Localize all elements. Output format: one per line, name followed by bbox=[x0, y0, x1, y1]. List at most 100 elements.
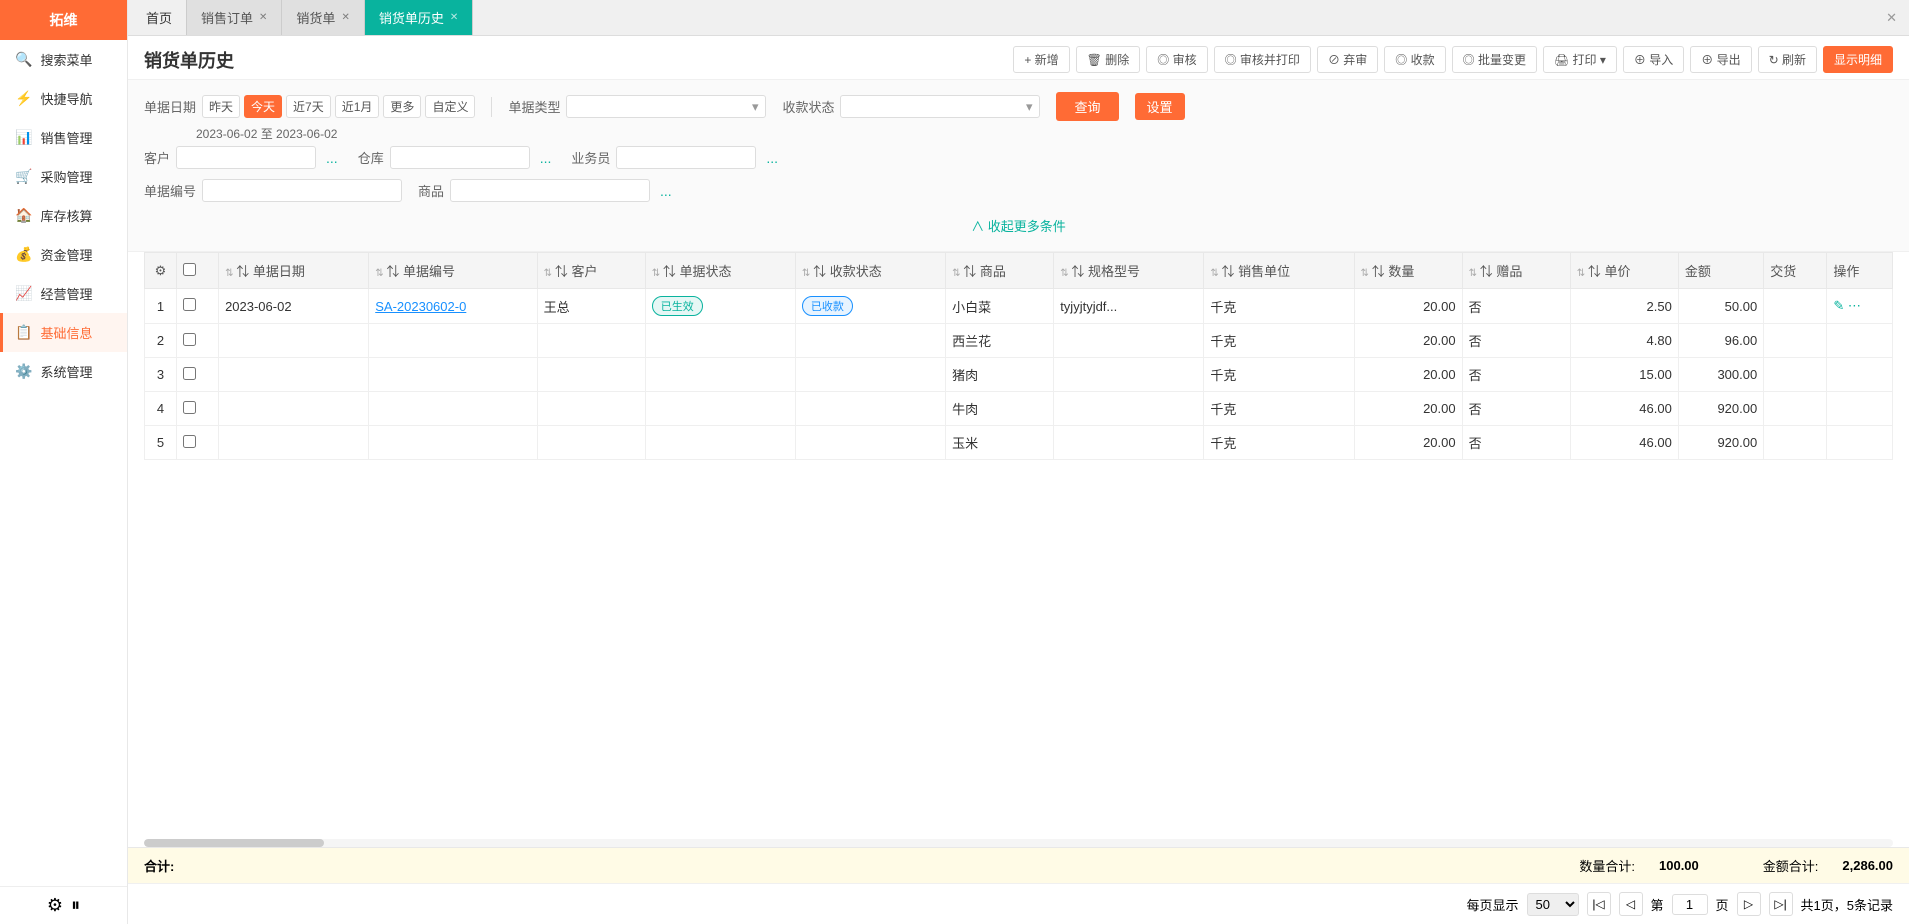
table-config-icon[interactable]: ⚙ bbox=[155, 263, 167, 278]
unit-price-cell: 46.00 bbox=[1570, 426, 1678, 460]
sidebar-item-search-menu[interactable]: 🔍搜索菜单 bbox=[0, 40, 127, 79]
salesperson-picker-btn[interactable]: ... bbox=[762, 148, 782, 168]
goods-cell: 牛肉 bbox=[946, 392, 1054, 426]
doc-number-label: 单据编号 bbox=[144, 181, 196, 200]
row-checkbox[interactable] bbox=[183, 401, 196, 414]
settings-button[interactable]: 设置 bbox=[1135, 93, 1185, 120]
date-quick-今天[interactable]: 今天 bbox=[244, 95, 282, 118]
warehouse-picker-btn[interactable]: ... bbox=[536, 148, 556, 168]
warehouse-input[interactable] bbox=[390, 146, 530, 169]
batch-change-button[interactable]: ◎ 批量变更 bbox=[1452, 46, 1537, 73]
customer-cell: 王总 bbox=[537, 289, 645, 324]
transaction-cell bbox=[1764, 289, 1827, 324]
audit-button[interactable]: ◎ 审核 bbox=[1146, 46, 1207, 73]
collapse-icon[interactable]: ⏸ bbox=[71, 895, 80, 916]
row-num-cell: 2 bbox=[145, 324, 177, 358]
edit-action-btn[interactable]: ✎ bbox=[1833, 298, 1844, 313]
col-header-payment_status[interactable]: ⇅ 收款状态 bbox=[795, 253, 945, 289]
col-header-doc_date[interactable]: ⇅ 单据日期 bbox=[219, 253, 369, 289]
operation-mgmt-icon: 📈 bbox=[15, 285, 32, 302]
col-header-gift[interactable]: ⇅ 赠品 bbox=[1462, 253, 1570, 289]
col-header-sales_unit[interactable]: ⇅ 销售单位 bbox=[1204, 253, 1354, 289]
goods-cell: 西兰花 bbox=[946, 324, 1054, 358]
sidebar-item-sales-mgmt[interactable]: 📊销售管理 bbox=[0, 118, 127, 157]
page-number-input[interactable] bbox=[1672, 894, 1708, 915]
doc-type-select[interactable] bbox=[566, 95, 766, 118]
audit-print-button[interactable]: ◎ 审核并打印 bbox=[1214, 46, 1311, 73]
next-page-btn[interactable]: ▷ bbox=[1737, 892, 1761, 916]
col-header-customer[interactable]: ⇅ 客户 bbox=[537, 253, 645, 289]
sidebar-item-basic-info[interactable]: 📋基础信息 bbox=[0, 313, 127, 352]
customer-cell bbox=[537, 392, 645, 426]
date-quick-自定义[interactable]: 自定义 bbox=[425, 95, 475, 118]
col-header-doc_status[interactable]: ⇅ 单据状态 bbox=[645, 253, 795, 289]
refresh-button[interactable]: ↻ 刷新 bbox=[1758, 46, 1817, 73]
query-button[interactable]: 查询 bbox=[1056, 92, 1118, 121]
import-button[interactable]: ⊕ 导入 bbox=[1623, 46, 1684, 73]
payment-status-select[interactable] bbox=[840, 95, 1040, 118]
tab-sales-goods[interactable]: 销货单✕ bbox=[282, 0, 364, 35]
sidebar-item-quick-nav[interactable]: ⚡快捷导航 bbox=[0, 79, 127, 118]
customer-picker-btn[interactable]: ... bbox=[322, 148, 342, 168]
row-checkbox[interactable] bbox=[183, 367, 196, 380]
scrollbar-thumb bbox=[144, 839, 324, 847]
settings-icon[interactable]: ⚙ bbox=[47, 895, 63, 916]
date-quick-近7天[interactable]: 近7天 bbox=[286, 95, 331, 118]
more-action-btn[interactable]: ⋯ bbox=[1848, 298, 1861, 313]
goods-picker-btn[interactable]: ... bbox=[656, 181, 676, 201]
show-detail-button[interactable]: 显示明细 bbox=[1823, 46, 1893, 73]
doc-number-link[interactable]: SA-20230602-0 bbox=[375, 299, 466, 314]
doc-number-input[interactable] bbox=[202, 179, 402, 202]
sidebar-item-capital-mgmt[interactable]: 💰资金管理 bbox=[0, 235, 127, 274]
sales-unit-cell: 千克 bbox=[1204, 426, 1354, 460]
add-button[interactable]: + 新增 bbox=[1013, 46, 1069, 73]
row-checkbox-cell bbox=[177, 392, 219, 426]
tab-close-sales-goods[interactable]: ✕ bbox=[341, 12, 349, 23]
date-quick-近1月[interactable]: 近1月 bbox=[335, 95, 380, 118]
date-quick-昨天[interactable]: 昨天 bbox=[202, 95, 240, 118]
tab-sales-history[interactable]: 销货单历史✕ bbox=[365, 0, 473, 35]
payment-status-label: 收款状态 bbox=[782, 97, 834, 116]
tab-home[interactable]: 首页 bbox=[132, 0, 187, 35]
payment-status-cell: 已收款 bbox=[795, 289, 945, 324]
unit-price-cell: 2.50 bbox=[1570, 289, 1678, 324]
first-page-btn[interactable]: |◁ bbox=[1587, 892, 1611, 916]
select-all-checkbox[interactable] bbox=[183, 263, 196, 276]
doc-type-label: 单据类型 bbox=[508, 97, 560, 116]
col-header-spec_type[interactable]: ⇅ 规格型号 bbox=[1054, 253, 1204, 289]
table-row: 4牛肉千克20.00否46.00920.00 bbox=[145, 392, 1893, 426]
amount-cell: 96.00 bbox=[1678, 324, 1763, 358]
tab-sales-order[interactable]: 销售订单✕ bbox=[187, 0, 282, 35]
col-header-doc_number[interactable]: ⇅ 单据编号 bbox=[369, 253, 537, 289]
row-checkbox[interactable] bbox=[183, 435, 196, 448]
abandon-button[interactable]: ⊘ 弃审 bbox=[1317, 46, 1378, 73]
salesperson-input[interactable] bbox=[616, 146, 756, 169]
tab-close-sales-order[interactable]: ✕ bbox=[259, 12, 267, 23]
tab-close-sales-history[interactable]: ✕ bbox=[450, 12, 458, 23]
table-footer: 合计: 数量合计: 100.00 金额合计: 2,286.00 bbox=[128, 847, 1909, 883]
sidebar-item-purchase-mgmt[interactable]: 🛒采购管理 bbox=[0, 157, 127, 196]
sidebar-item-inventory-calc[interactable]: 🏠库存核算 bbox=[0, 196, 127, 235]
col-header-goods[interactable]: ⇅ 商品 bbox=[946, 253, 1054, 289]
col-header-quantity[interactable]: ⇅ 数量 bbox=[1354, 253, 1462, 289]
row-checkbox[interactable] bbox=[183, 333, 196, 346]
filter-goods: 商品 ... bbox=[418, 179, 676, 202]
date-quick-更多[interactable]: 更多 bbox=[383, 95, 421, 118]
last-page-btn[interactable]: ▷| bbox=[1769, 892, 1793, 916]
delete-button[interactable]: 🗑 删除 bbox=[1076, 46, 1141, 73]
goods-input[interactable] bbox=[450, 179, 650, 202]
collect-button[interactable]: ◎ 收款 bbox=[1384, 46, 1445, 73]
page-size-select[interactable]: 50100200 bbox=[1527, 893, 1579, 916]
customer-input[interactable] bbox=[176, 146, 316, 169]
doc-status-cell bbox=[645, 426, 795, 460]
print-button[interactable]: 🖨 打印 ▾ bbox=[1543, 46, 1617, 73]
row-checkbox[interactable] bbox=[183, 298, 196, 311]
prev-page-btn[interactable]: ◁ bbox=[1619, 892, 1643, 916]
export-button[interactable]: ⊕ 导出 bbox=[1690, 46, 1751, 73]
horizontal-scrollbar[interactable] bbox=[144, 839, 1893, 847]
col-header-unit_price[interactable]: ⇅ 单价 bbox=[1570, 253, 1678, 289]
sidebar-item-system-mgmt[interactable]: ⚙️系统管理 bbox=[0, 352, 127, 391]
collapse-btn[interactable]: ∧ 收起更多条件 bbox=[144, 212, 1893, 239]
tab-close-all[interactable]: ✕ bbox=[1886, 10, 1897, 26]
sidebar-item-operation-mgmt[interactable]: 📈经营管理 bbox=[0, 274, 127, 313]
